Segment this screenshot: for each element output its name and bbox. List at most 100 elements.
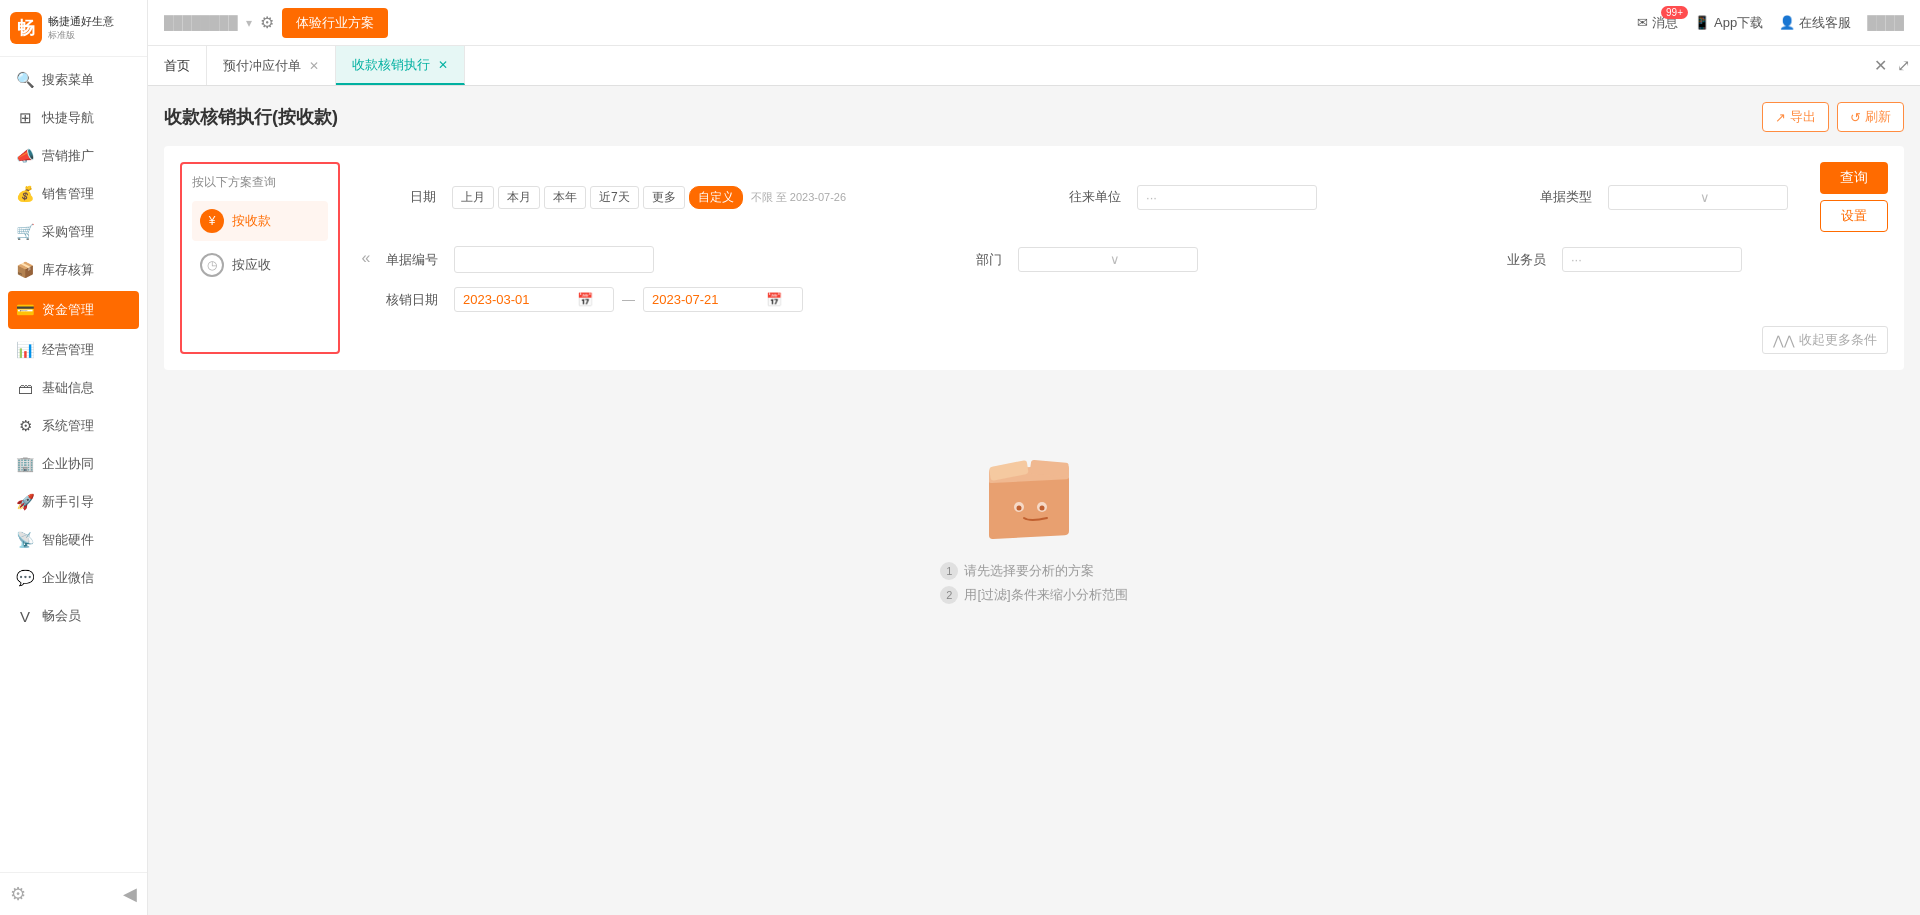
wechat-icon: 💬 — [16, 569, 34, 587]
topbar: ████████ ▾ ⚙ 体验行业方案 ✉ 消息 99+ 📱 App下载 👤 在… — [148, 0, 1920, 46]
sidebar-bottom: ⚙ ◀ — [0, 872, 147, 915]
sidebar-item-enterprise[interactable]: 🏢 企业协同 — [0, 445, 147, 483]
sidebar-item-finance[interactable]: 💳 资金管理 — [8, 291, 139, 329]
sidebar-item-wechat[interactable]: 💬 企业微信 — [0, 559, 147, 597]
date-btn-this-year[interactable]: 本年 — [544, 186, 586, 209]
date-btn-this-month[interactable]: 本月 — [498, 186, 540, 209]
sidebar-nav: 🔍 搜索菜单 ⊞ 快捷导航 📣 营销推广 💰 销售管理 🛒 采购管理 📦 库存核… — [0, 57, 147, 872]
date-btn-more[interactable]: 更多 — [643, 186, 685, 209]
filter-panel: 按以下方案查询 ¥ 按收款 ◷ 按应收 — [180, 162, 340, 354]
collapse-sidebar-icon[interactable]: ◀ — [123, 883, 137, 905]
settings-icon[interactable]: ⚙ — [10, 883, 26, 905]
empty-illustration — [974, 450, 1094, 550]
counterpart-label: 往来单位 — [1069, 188, 1121, 206]
marketing-icon: 📣 — [16, 147, 34, 165]
date-label: 日期 — [386, 188, 436, 206]
date-btn-7days[interactable]: 近7天 — [590, 186, 639, 209]
verify-date-start-input[interactable] — [463, 292, 573, 307]
sidebar-item-operation[interactable]: 📊 经营管理 — [0, 331, 147, 369]
doc-num-input[interactable] — [454, 246, 654, 273]
topbar-gear-icon[interactable]: ⚙ — [260, 13, 274, 32]
page-actions: ↗ 导出 ↺ 刷新 — [1762, 102, 1904, 132]
sidebar-item-vip[interactable]: V 畅会员 — [0, 597, 147, 635]
tab-home-label: 首页 — [164, 57, 190, 75]
refresh-icon: ↺ — [1850, 110, 1861, 125]
receipt-option-icon: ¥ — [200, 209, 224, 233]
tab-home[interactable]: 首页 — [148, 46, 207, 85]
counterpart-placeholder: ··· — [1146, 190, 1308, 205]
tab-prepay-close-icon[interactable]: ✕ — [309, 59, 319, 73]
sidebar-item-inventory[interactable]: 📦 库存核算 — [0, 251, 147, 289]
operation-icon: 📊 — [16, 341, 34, 359]
dept-label: 部门 — [952, 251, 1002, 269]
tab-receipt-label: 收款核销执行 — [352, 56, 430, 74]
tab-expand-icon[interactable]: ⤢ — [1897, 56, 1910, 75]
sidebar-item-system[interactable]: ⚙ 系统管理 — [0, 407, 147, 445]
refresh-button[interactable]: ↺ 刷新 — [1837, 102, 1904, 132]
service-label: 在线客服 — [1799, 14, 1851, 32]
tab-close-all-icon[interactable]: ✕ — [1874, 56, 1887, 75]
tab-prepay-label: 预付冲应付单 — [223, 57, 301, 75]
collapse-more-section: ⋀⋀ 收起更多条件 — [386, 326, 1888, 354]
collapse-more-button[interactable]: ⋀⋀ 收起更多条件 — [1762, 326, 1888, 354]
message-icon: ✉ — [1637, 15, 1648, 30]
hint-num-1: 1 — [940, 562, 958, 580]
solution-button[interactable]: 体验行业方案 — [282, 8, 388, 38]
message-button[interactable]: ✉ 消息 99+ — [1637, 14, 1678, 32]
empty-state: 1 请先选择要分析的方案 2 用[过滤]条件来缩小分析范围 — [164, 370, 1904, 644]
sidebar-item-hardware[interactable]: 📡 智能硬件 — [0, 521, 147, 559]
date-btn-custom[interactable]: 自定义 — [689, 186, 743, 209]
tab-receipt[interactable]: 收款核销执行 ✕ — [336, 46, 465, 85]
sidebar-item-purchase[interactable]: 🛒 采购管理 — [0, 213, 147, 251]
verify-date-end-input[interactable] — [652, 292, 762, 307]
hint-text-2: 用[过滤]条件来缩小分析范围 — [964, 586, 1127, 604]
export-button[interactable]: ↗ 导出 — [1762, 102, 1829, 132]
tab-prepay[interactable]: 预付冲应付单 ✕ — [207, 46, 336, 85]
sidebar: 畅 畅捷通好生意 标准版 🔍 搜索菜单 ⊞ 快捷导航 📣 营销推广 💰 销售管理… — [0, 0, 148, 915]
app-download-button[interactable]: 📱 App下载 — [1694, 14, 1763, 32]
vip-icon: V — [16, 608, 34, 625]
sidebar-item-marketing[interactable]: 📣 营销推广 — [0, 137, 147, 175]
dept-dropdown-icon: ∨ — [1110, 252, 1189, 267]
hardware-icon: 📡 — [16, 531, 34, 549]
verify-date-start[interactable]: 📅 — [454, 287, 614, 312]
filter-section: 按以下方案查询 ¥ 按收款 ◷ 按应收 « 日期 上月 — [164, 146, 1904, 370]
sidebar-item-sales[interactable]: 💰 销售管理 — [0, 175, 147, 213]
sidebar-item-guide[interactable]: 🚀 新手引导 — [0, 483, 147, 521]
guide-icon: 🚀 — [16, 493, 34, 511]
search-icon: 🔍 — [16, 71, 34, 89]
filter-option-receipt[interactable]: ¥ 按收款 — [192, 201, 328, 241]
hint-item-2: 2 用[过滤]条件来缩小分析范围 — [940, 586, 1127, 604]
export-icon: ↗ — [1775, 110, 1786, 125]
sidebar-item-search[interactable]: 🔍 搜索菜单 — [0, 61, 147, 99]
counterpart-select[interactable]: ··· — [1137, 185, 1317, 210]
dept-select[interactable]: ∨ — [1018, 247, 1198, 272]
verify-date-end[interactable]: 📅 — [643, 287, 803, 312]
hint-item-1: 1 请先选择要分析的方案 — [940, 562, 1127, 580]
tab-receipt-close-icon[interactable]: ✕ — [438, 58, 448, 72]
date-btn-last-month[interactable]: 上月 — [452, 186, 494, 209]
calendar-end-icon[interactable]: 📅 — [766, 292, 782, 307]
system-icon: ⚙ — [16, 417, 34, 435]
setting-button[interactable]: 设置 — [1820, 200, 1888, 232]
query-button[interactable]: 查询 — [1820, 162, 1888, 194]
staff-select[interactable]: ··· — [1562, 247, 1742, 272]
calendar-start-icon[interactable]: 📅 — [577, 292, 593, 307]
service-icon: 👤 — [1779, 15, 1795, 30]
sidebar-item-base[interactable]: 🗃 基础信息 — [0, 369, 147, 407]
page-title: 收款核销执行(按收款) — [164, 105, 338, 129]
service-button[interactable]: 👤 在线客服 — [1779, 14, 1851, 32]
filter-form: 日期 上月 本月 本年 近7天 更多 自定义 不限 至 2023-07-26 往… — [386, 162, 1888, 354]
app-icon: 📱 — [1694, 15, 1710, 30]
doc-type-select[interactable]: ∨ — [1608, 185, 1788, 210]
doc-type-label: 单据类型 — [1540, 188, 1592, 206]
filter-option-receivable[interactable]: ◷ 按应收 — [192, 245, 328, 285]
date-separator: — — [622, 292, 635, 307]
page-header: 收款核销执行(按收款) ↗ 导出 ↺ 刷新 — [164, 102, 1904, 132]
collapse-panel-button[interactable]: « — [356, 162, 376, 354]
sidebar-item-shortcuts[interactable]: ⊞ 快捷导航 — [0, 99, 147, 137]
doc-type-dropdown-icon: ∨ — [1700, 190, 1779, 205]
filter-row-3: 核销日期 📅 — 📅 — [386, 287, 1888, 312]
tabbar: 首页 预付冲应付单 ✕ 收款核销执行 ✕ ✕ ⤢ — [148, 46, 1920, 86]
dropdown-arrow-icon[interactable]: ▾ — [246, 16, 252, 30]
